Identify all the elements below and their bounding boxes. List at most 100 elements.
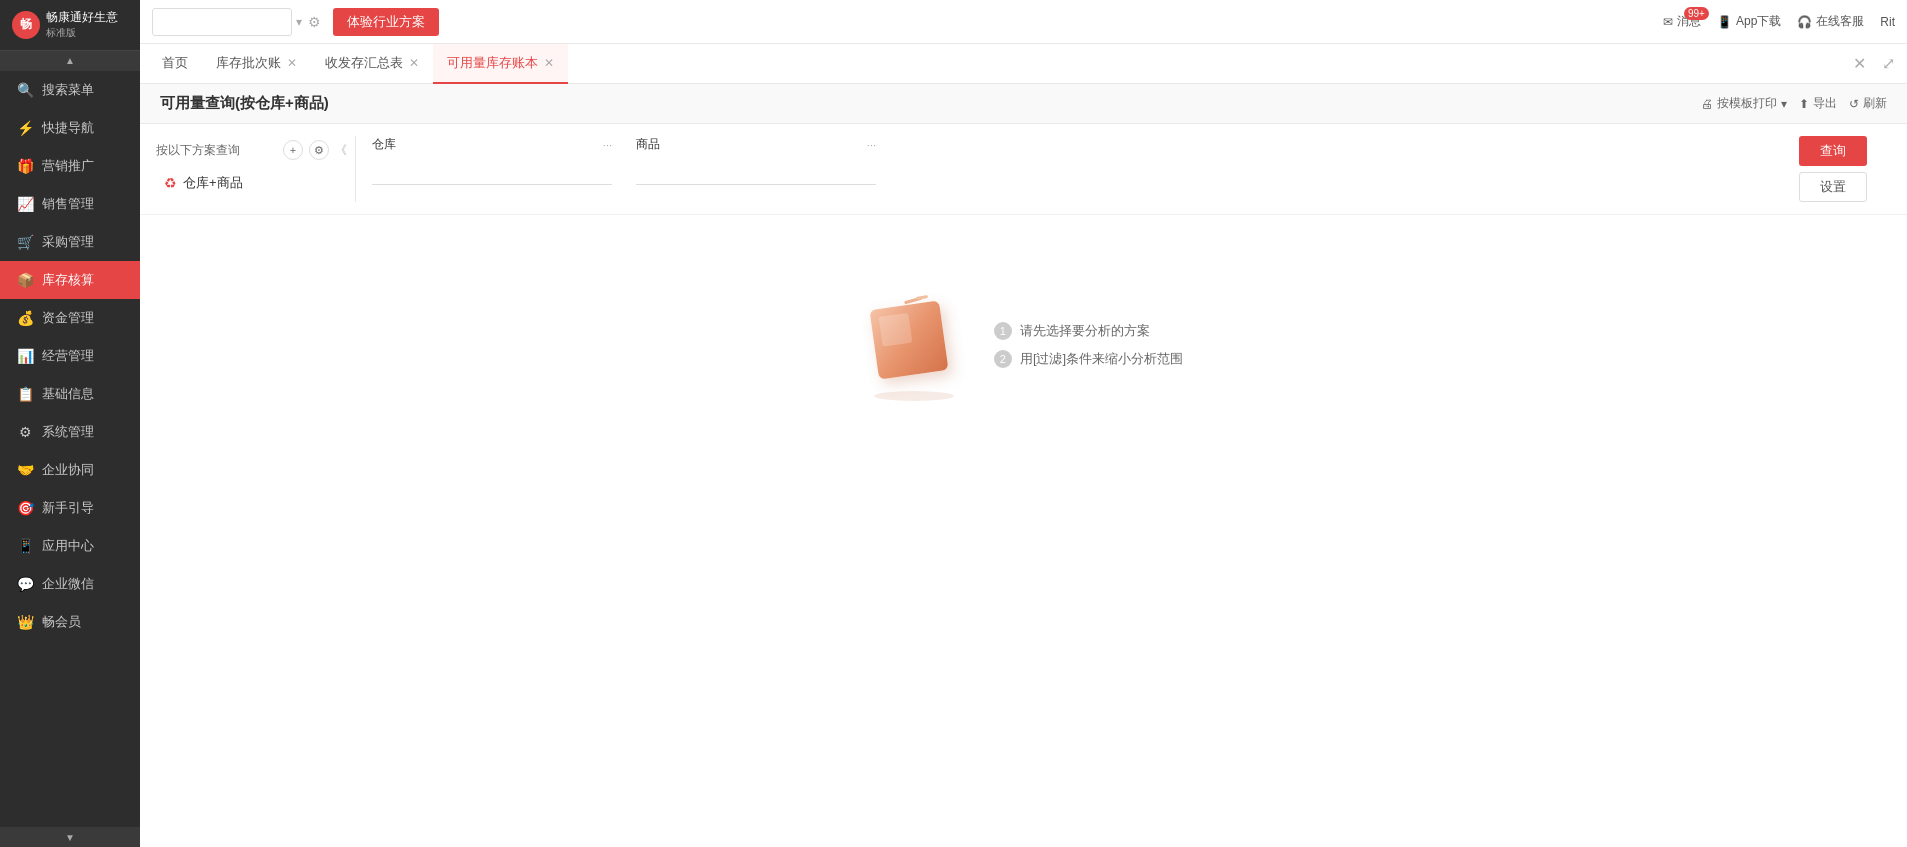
scheme-item-warehouse-product[interactable]: ♻ 仓库+商品 — [156, 168, 355, 198]
handshake-icon: 🤝 — [16, 461, 34, 479]
topbar-gear-icon[interactable]: ⚙ — [308, 14, 321, 30]
hint-text-1: 请先选择要分析的方案 — [1020, 322, 1150, 340]
tab-batch-ledger-label: 库存批次账 — [216, 54, 281, 72]
filter-field-warehouse-header: 仓库 ··· — [372, 136, 612, 153]
tab-batch-ledger-close[interactable]: ✕ — [287, 56, 297, 70]
sidebar-item-app-center[interactable]: 📱 应用中心 — [0, 527, 140, 565]
export-button[interactable]: ⬆ 导出 — [1799, 95, 1837, 112]
hint-num-2: 2 — [994, 350, 1012, 368]
sidebar-item-label: 快捷导航 — [42, 119, 94, 137]
app-icon: 📱 — [16, 537, 34, 555]
wechat-icon: 💬 — [16, 575, 34, 593]
sidebar-item-label: 企业微信 — [42, 575, 94, 593]
tab-avail-ledger[interactable]: 可用量库存账本 ✕ — [433, 44, 568, 84]
shortcut-icon: ⚡ — [16, 119, 34, 137]
page-header-actions: 🖨 按模板打印 ▾ ⬆ 导出 ↺ 刷新 — [1701, 95, 1887, 112]
phone-icon: 📱 — [1717, 15, 1732, 29]
hint-item-1: 1 请先选择要分析的方案 — [994, 322, 1183, 340]
gear-icon: ⚙ — [16, 423, 34, 441]
app-label: App下载 — [1736, 13, 1781, 30]
hint-text-2: 用[过滤]条件来缩小分析范围 — [1020, 350, 1183, 368]
product-label: 商品 — [636, 136, 660, 153]
sidebar-item-wechat[interactable]: 💬 企业微信 — [0, 565, 140, 603]
tab-recv-summary-close[interactable]: ✕ — [409, 56, 419, 70]
product-input[interactable] — [636, 157, 876, 185]
tab-recv-summary[interactable]: 收发存汇总表 ✕ — [311, 44, 433, 84]
sidebar-item-purchase[interactable]: 🛒 采购管理 — [0, 223, 140, 261]
warehouse-input[interactable] — [372, 157, 612, 185]
trial-button[interactable]: 体验行业方案 — [333, 8, 439, 36]
print-button[interactable]: 🖨 按模板打印 ▾ — [1701, 95, 1787, 112]
sidebar-scroll-up[interactable]: ▲ — [0, 51, 140, 71]
sidebar-title: 畅康通好生意 — [46, 10, 118, 26]
sidebar-item-basic[interactable]: 📋 基础信息 — [0, 375, 140, 413]
chevron-down-icon[interactable]: ▾ — [296, 15, 302, 29]
warehouse-more-icon[interactable]: ··· — [603, 139, 612, 151]
headset-icon: 🎧 — [1797, 15, 1812, 29]
content-area: 可用量查询(按仓库+商品) 🖨 按模板打印 ▾ ⬆ 导出 ↺ 刷新 — [140, 84, 1907, 847]
filter-field-product: 商品 ··· — [636, 136, 876, 185]
tab-close-btn[interactable]: ✕ — [1849, 54, 1870, 73]
filter-area: 按以下方案查询 + ⚙ 《 ♻ 仓库+商品 仓库 — [140, 124, 1907, 215]
sidebar-item-shortcut[interactable]: ⚡ 快捷导航 — [0, 109, 140, 147]
sidebar-header: 畅 畅康通好生意 标准版 — [0, 0, 140, 51]
sidebar-item-label: 资金管理 — [42, 309, 94, 327]
topbar-search-input[interactable] — [152, 8, 292, 36]
sidebar-item-operations[interactable]: 📊 经营管理 — [0, 337, 140, 375]
sidebar-item-marketing[interactable]: 🎁 营销推广 — [0, 147, 140, 185]
tab-recv-summary-label: 收发存汇总表 — [325, 54, 403, 72]
topbar: ▾ ⚙ 体验行业方案 ✉ 消息 99+ 📱 App下载 🎧 在线客服 Rit — [140, 0, 1907, 44]
app-download-button[interactable]: 📱 App下载 — [1717, 13, 1781, 30]
collapse-icon[interactable]: 《 — [335, 142, 347, 159]
sidebar-item-finance[interactable]: 💰 资金管理 — [0, 299, 140, 337]
sidebar-item-label: 营销推广 — [42, 157, 94, 175]
sidebar-item-guide[interactable]: 🎯 新手引导 — [0, 489, 140, 527]
sidebar-item-enterprise[interactable]: 🤝 企业协同 — [0, 451, 140, 489]
sidebar-item-label: 基础信息 — [42, 385, 94, 403]
query-button[interactable]: 查询 — [1799, 136, 1867, 166]
settings-scheme-button[interactable]: ⚙ — [309, 140, 329, 160]
tab-home[interactable]: 首页 — [148, 44, 202, 84]
warehouse-label: 仓库 — [372, 136, 396, 153]
main-area: ▾ ⚙ 体验行业方案 ✉ 消息 99+ 📱 App下载 🎧 在线客服 Rit 首… — [140, 0, 1907, 847]
operations-icon: 📊 — [16, 347, 34, 365]
filter-scheme-label: 按以下方案查询 — [156, 142, 240, 159]
sidebar-item-inventory[interactable]: 📦 库存核算 — [0, 261, 140, 299]
filter-scheme-panel: 按以下方案查询 + ⚙ 《 ♻ 仓库+商品 — [156, 136, 356, 202]
refresh-label: 刷新 — [1863, 95, 1887, 112]
guide-icon: 🎯 — [16, 499, 34, 517]
sidebar-item-member[interactable]: 👑 畅会员 — [0, 603, 140, 641]
refresh-button[interactable]: ↺ 刷新 — [1849, 95, 1887, 112]
message-button[interactable]: ✉ 消息 99+ — [1663, 13, 1701, 30]
filter-settings-button[interactable]: 设置 — [1799, 172, 1867, 202]
sidebar-scroll-down[interactable]: ▼ — [0, 827, 140, 847]
product-more-icon[interactable]: ··· — [867, 139, 876, 151]
service-label: 在线客服 — [1816, 13, 1864, 30]
query-actions: 查询 设置 — [1799, 136, 1875, 202]
sidebar-item-system[interactable]: ⚙ 系统管理 — [0, 413, 140, 451]
empty-illustration — [864, 295, 964, 395]
user-info[interactable]: Rit — [1880, 15, 1895, 29]
scheme-item-icon: ♻ — [164, 175, 177, 191]
print-chevron-icon: ▾ — [1781, 97, 1787, 111]
filter-fields: 仓库 ··· 商品 ··· 查询 设置 — [356, 136, 1891, 202]
tab-avail-ledger-label: 可用量库存账本 — [447, 54, 538, 72]
tab-home-label: 首页 — [162, 54, 188, 72]
sidebar-item-label: 采购管理 — [42, 233, 94, 251]
empty-state: 1 请先选择要分析的方案 2 用[过滤]条件来缩小分析范围 — [140, 215, 1907, 475]
filter-scheme-icons: + ⚙ 《 — [283, 140, 347, 160]
tab-expand-btn[interactable]: ⤢ — [1878, 54, 1899, 73]
tab-avail-ledger-close[interactable]: ✕ — [544, 56, 554, 70]
export-icon: ⬆ — [1799, 97, 1809, 111]
hint-item-2: 2 用[过滤]条件来缩小分析范围 — [994, 350, 1183, 368]
topbar-search-area: ▾ ⚙ — [152, 8, 321, 36]
sidebar-item-search[interactable]: 🔍 搜索菜单 — [0, 71, 140, 109]
tab-batch-ledger[interactable]: 库存批次账 ✕ — [202, 44, 311, 84]
sidebar-item-label: 经营管理 — [42, 347, 94, 365]
customer-service-button[interactable]: 🎧 在线客服 — [1797, 13, 1864, 30]
refresh-icon: ↺ — [1849, 97, 1859, 111]
empty-state-content: 1 请先选择要分析的方案 2 用[过滤]条件来缩小分析范围 — [864, 295, 1183, 395]
page-header: 可用量查询(按仓库+商品) 🖨 按模板打印 ▾ ⬆ 导出 ↺ 刷新 — [140, 84, 1907, 124]
sidebar-item-sales[interactable]: 📈 销售管理 — [0, 185, 140, 223]
add-scheme-button[interactable]: + — [283, 140, 303, 160]
